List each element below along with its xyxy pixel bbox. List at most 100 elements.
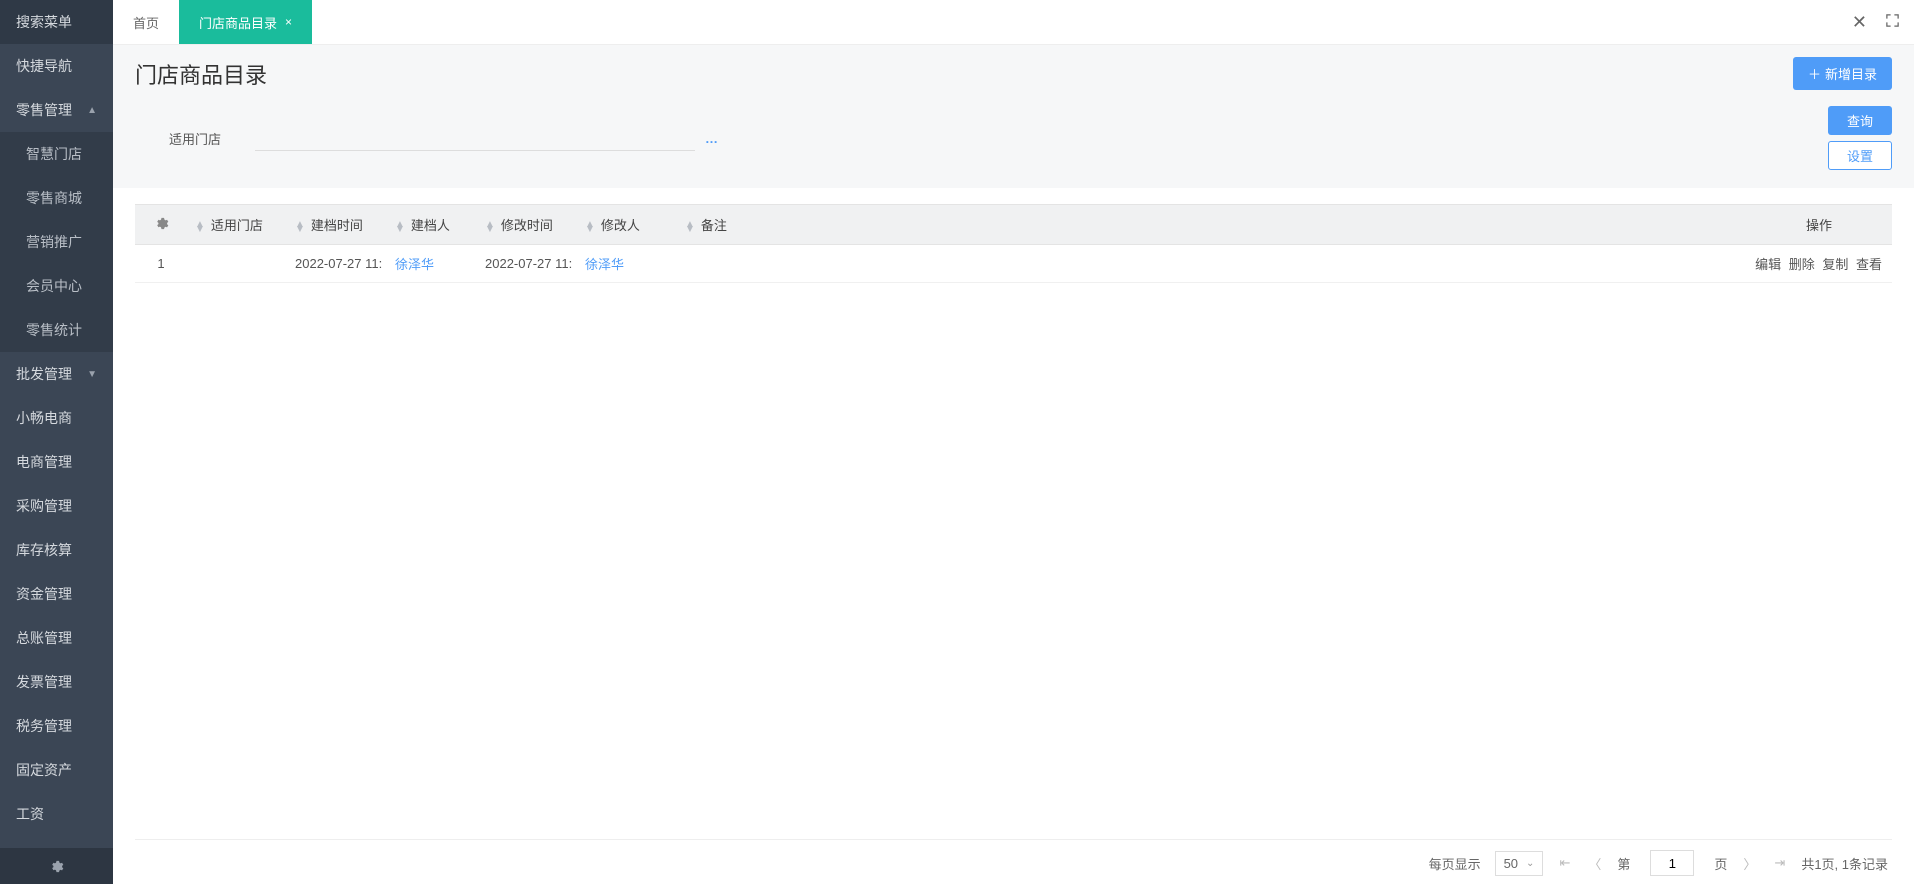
first-page-button[interactable]: ⇤ xyxy=(1557,855,1572,871)
add-catalog-button[interactable]: ＋ 新增目录 xyxy=(1793,57,1892,90)
lookup-icon[interactable]: … xyxy=(705,131,719,146)
sidebar-item[interactable]: 快捷导航 xyxy=(0,44,113,88)
row-index: 1 xyxy=(135,245,187,283)
fullscreen-icon[interactable] xyxy=(1885,13,1900,31)
main: 首页 门店商品目录 × ✕ 门店商品目录 ＋ 新增目录 适用门店 … xyxy=(113,0,1914,884)
tab[interactable]: 首页 xyxy=(113,0,179,44)
sidebar-item-label: 零售商城 xyxy=(26,188,82,208)
cell-create-user: 徐泽华 xyxy=(387,245,477,283)
sort-icon xyxy=(485,222,495,232)
edit-button[interactable]: 编辑 xyxy=(1755,257,1781,272)
col-create-time[interactable]: 建档时间 xyxy=(287,205,387,245)
sidebar: 搜索菜单快捷导航零售管理 ▲ 智慧门店零售商城营销推广会员中心零售统计批发管理 ▼ 小畅… xyxy=(0,0,113,884)
column-settings[interactable] xyxy=(135,205,187,245)
tab-label: 首页 xyxy=(133,13,159,32)
data-table: 适用门店 建档时间 建档人 修改时间 修改人 备注 操作 1 2022-07-27… xyxy=(135,204,1892,283)
cell-modify-time: 2022-07-27 11: xyxy=(477,245,577,283)
sidebar-item-label: 固定资产 xyxy=(16,760,72,780)
sidebar-item[interactable]: 税务管理 xyxy=(0,704,113,748)
user-link[interactable]: 徐泽华 xyxy=(395,257,434,272)
sidebar-item-label: 快捷导航 xyxy=(16,56,72,76)
sidebar-item[interactable]: 总账管理 xyxy=(0,616,113,660)
sidebar-item-label: 会员中心 xyxy=(26,276,82,296)
search-button[interactable]: 查询 xyxy=(1828,106,1892,135)
sidebar-item[interactable]: 采购管理 xyxy=(0,484,113,528)
page-prefix: 第 xyxy=(1617,854,1630,873)
sidebar-item-label: 库存核算 xyxy=(16,540,72,560)
sidebar-item[interactable]: 资金管理 xyxy=(0,572,113,616)
prev-page-button[interactable]: 〈 xyxy=(1586,854,1603,873)
table-area: 适用门店 建档时间 建档人 修改时间 修改人 备注 操作 1 2022-07-27… xyxy=(113,188,1914,884)
sidebar-item[interactable]: 零售商城 xyxy=(0,176,113,220)
next-page-button[interactable]: 〉 xyxy=(1741,854,1758,873)
sidebar-item[interactable]: 会员中心 xyxy=(0,264,113,308)
per-page-select[interactable]: 50 ⌄ xyxy=(1495,851,1544,876)
sidebar-item-label: 营销推广 xyxy=(26,232,82,252)
pagination-summary: 共1页, 1条记录 xyxy=(1801,854,1888,873)
col-remark[interactable]: 备注 xyxy=(677,205,1738,245)
close-icon[interactable]: × xyxy=(285,15,292,29)
col-create-user[interactable]: 建档人 xyxy=(387,205,477,245)
gear-icon xyxy=(49,859,64,874)
sidebar-item-label: 采购管理 xyxy=(16,496,72,516)
per-page-label: 每页显示 xyxy=(1429,854,1481,873)
delete-button[interactable]: 删除 xyxy=(1789,257,1815,272)
sort-icon xyxy=(585,222,595,232)
sort-icon xyxy=(685,222,695,232)
sidebar-item[interactable]: 营销推广 xyxy=(0,220,113,264)
close-icon[interactable]: ✕ xyxy=(1852,12,1867,33)
sidebar-item-label: 小畅电商 xyxy=(16,408,72,428)
sidebar-item[interactable]: 库存核算 xyxy=(0,528,113,572)
sidebar-item-label: 零售管理 xyxy=(16,100,72,120)
col-modify-user[interactable]: 修改人 xyxy=(577,205,677,245)
sidebar-item-label: 搜索菜单 xyxy=(16,12,72,32)
tab[interactable]: 门店商品目录 × xyxy=(179,0,312,44)
settings-button[interactable]: 设置 xyxy=(1828,141,1892,170)
page-header: 门店商品目录 ＋ 新增目录 xyxy=(113,45,1914,100)
tab-label: 门店商品目录 xyxy=(199,13,277,32)
chevron-down-icon: ▼ xyxy=(87,369,97,380)
cell-modify-user: 徐泽华 xyxy=(577,245,677,283)
sort-icon xyxy=(195,222,205,232)
sidebar-settings[interactable] xyxy=(0,848,113,884)
sidebar-item[interactable]: 搜索菜单 xyxy=(0,0,113,44)
sort-icon xyxy=(295,222,305,232)
sidebar-item-label: 总账管理 xyxy=(16,628,72,648)
sort-icon xyxy=(395,222,405,232)
chevron-down-icon: ⌄ xyxy=(1526,858,1534,869)
sidebar-item-label: 工资 xyxy=(16,804,44,824)
sidebar-item[interactable]: 零售统计 xyxy=(0,308,113,352)
sidebar-item-label: 批发管理 xyxy=(16,364,72,384)
chevron-up-icon: ▲ xyxy=(87,105,97,116)
sidebar-item[interactable]: 工资 xyxy=(0,792,113,836)
filter-store-input[interactable] xyxy=(255,125,695,151)
col-store[interactable]: 适用门店 xyxy=(187,205,287,245)
sidebar-item[interactable]: 发票管理 xyxy=(0,660,113,704)
sidebar-item[interactable]: 批发管理 ▼ xyxy=(0,352,113,396)
sidebar-item[interactable]: 电商管理 xyxy=(0,440,113,484)
gear-icon xyxy=(154,216,169,231)
sidebar-item-label: 智慧门店 xyxy=(26,144,82,164)
sidebar-item[interactable]: 固定资产 xyxy=(0,748,113,792)
sidebar-item-label: 发票管理 xyxy=(16,672,72,692)
col-ops: 操作 xyxy=(1738,205,1892,245)
col-modify-time[interactable]: 修改时间 xyxy=(477,205,577,245)
copy-button[interactable]: 复制 xyxy=(1822,257,1848,272)
cell-ops: 编辑 删除 复制 查看 xyxy=(1738,245,1892,283)
cell-create-time: 2022-07-27 11: xyxy=(287,245,387,283)
sidebar-item-label: 税务管理 xyxy=(16,716,72,736)
last-page-button[interactable]: ⇥ xyxy=(1772,855,1787,871)
filter-store-label: 适用门店 xyxy=(169,129,221,148)
filter-bar: 适用门店 … 查询 设置 xyxy=(113,100,1914,188)
plus-icon: ＋ xyxy=(1808,64,1821,83)
user-link[interactable]: 徐泽华 xyxy=(585,257,624,272)
tab-bar: 首页 门店商品目录 × ✕ xyxy=(113,0,1914,45)
page-input[interactable] xyxy=(1650,850,1694,876)
sidebar-item[interactable]: 零售管理 ▲ xyxy=(0,88,113,132)
pagination: 每页显示 50 ⌄ ⇤ 〈 第 页 〉 ⇥ 共1页, 1条记录 xyxy=(135,839,1892,876)
page-suffix: 页 xyxy=(1714,854,1727,873)
sidebar-item[interactable]: 智慧门店 xyxy=(0,132,113,176)
sidebar-item-label: 电商管理 xyxy=(16,452,72,472)
sidebar-item[interactable]: 小畅电商 xyxy=(0,396,113,440)
view-button[interactable]: 查看 xyxy=(1856,257,1882,272)
